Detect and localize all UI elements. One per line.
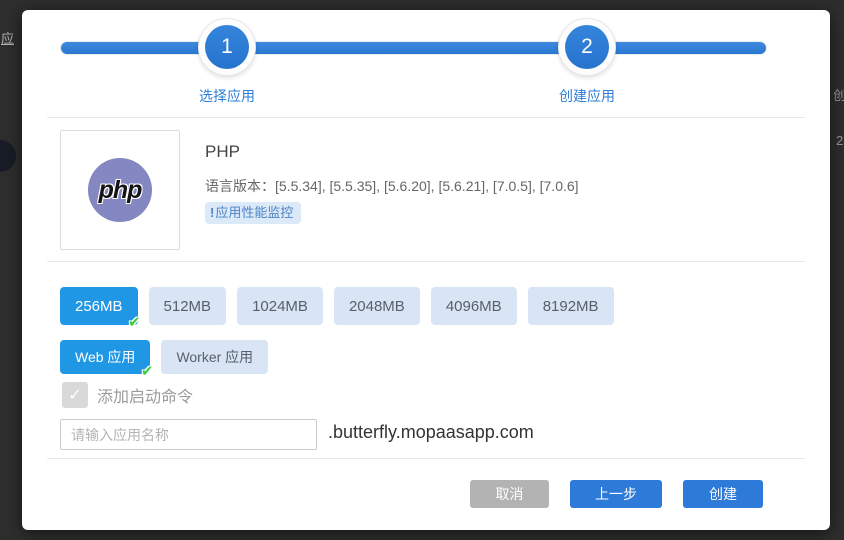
step-circle-halo: 2 — [558, 18, 616, 76]
apm-badge-label: 应用性能监控 — [215, 205, 294, 220]
step-create-app[interactable]: 2 创建应用 — [527, 18, 647, 106]
background-text-fragment: 2 — [836, 133, 844, 148]
memory-options-row: 256MB ✔ 512MB 1024MB 2048MB 4096MB 8192MB — [60, 287, 614, 331]
domain-suffix-text: .butterfly.mopaasapp.com — [328, 422, 534, 442]
memory-option-256mb[interactable]: 256MB ✔ — [60, 287, 141, 331]
cancel-button[interactable]: 取消 — [470, 480, 549, 508]
memory-option-label: 512MB — [163, 297, 212, 315]
memory-option-4096mb[interactable]: 4096MB — [430, 287, 517, 325]
startup-command-row: ✓ 添加启动命令 — [62, 382, 193, 408]
memory-option-512mb[interactable]: 512MB — [148, 287, 227, 325]
step-number: 1 — [205, 25, 249, 69]
app-type-options-row: Web 应用 ✔ Worker 应用 — [60, 340, 269, 380]
previous-step-button[interactable]: 上一步 — [570, 480, 662, 508]
background-text-fragment: 应 — [1, 31, 15, 46]
type-option-web[interactable]: Web 应用 ✔ — [60, 340, 153, 380]
app-versions-text: 语言版本：[5.5.34], [5.5.35], [5.6.20], [5.6.… — [205, 178, 579, 194]
memory-option-8192mb[interactable]: 8192MB — [527, 287, 614, 325]
memory-option-2048mb[interactable]: 2048MB — [333, 287, 420, 325]
divider — [47, 117, 805, 118]
background-text-fragment: 创 — [833, 88, 844, 103]
divider — [47, 261, 805, 262]
create-app-dialog: 1 选择应用 2 创建应用 php PHP 语言版本：[5.5.34], [5.… — [22, 10, 830, 530]
check-icon: ✔ — [140, 363, 154, 380]
memory-option-label: 4096MB — [445, 297, 502, 315]
memory-option-label: 2048MB — [348, 297, 405, 315]
type-option-label: Web 应用 — [75, 349, 136, 365]
exclamation-icon: ! — [210, 205, 215, 220]
php-logo-icon: php — [88, 158, 152, 222]
background-avatar-fragment — [0, 140, 16, 172]
dialog-footer: 取消 上一步 创建 — [22, 480, 830, 508]
divider — [47, 458, 805, 459]
type-option-label: Worker 应用 — [176, 349, 254, 365]
memory-option-label: 256MB — [75, 297, 123, 315]
type-option-worker[interactable]: Worker 应用 — [161, 340, 269, 374]
memory-option-label: 8192MB — [542, 297, 599, 315]
check-icon: ✔ — [127, 314, 141, 331]
step-number: 2 — [565, 25, 609, 69]
step-label: 创建应用 — [559, 88, 615, 104]
create-button[interactable]: 创建 — [683, 480, 763, 508]
selected-app-card: php — [60, 130, 180, 250]
memory-option-1024mb[interactable]: 1024MB — [237, 287, 323, 325]
app-name-input[interactable] — [60, 419, 317, 450]
memory-option-label: 1024MB — [252, 297, 308, 315]
checkmark-icon: ✓ — [68, 387, 82, 404]
step-select-app[interactable]: 1 选择应用 — [167, 18, 287, 106]
step-label: 选择应用 — [199, 88, 255, 104]
startup-command-label: 添加启动命令 — [97, 389, 194, 406]
apm-badge: !应用性能监控 — [205, 202, 302, 224]
startup-command-checkbox[interactable]: ✓ — [62, 382, 88, 408]
app-name-title: PHP — [205, 142, 240, 161]
step-circle-halo: 1 — [198, 18, 256, 76]
